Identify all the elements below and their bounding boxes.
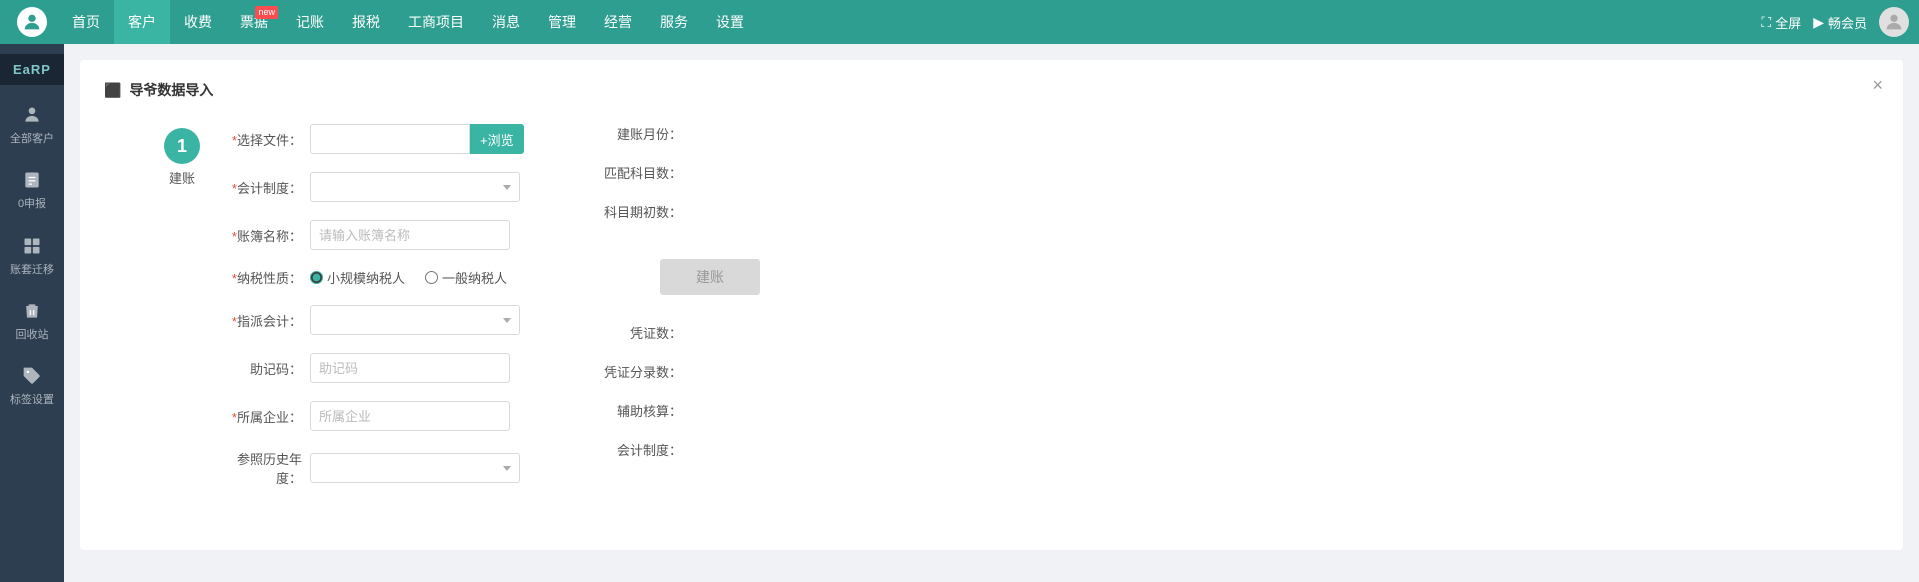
sidebar-item-label: 0申报 [18, 197, 46, 211]
migration-icon [22, 236, 42, 259]
auxiliary-calc-row: 辅助核算： [600, 401, 820, 420]
nav-settings[interactable]: 设置 [702, 0, 758, 44]
accounting-system-select[interactable] [310, 172, 520, 202]
memo-code-row: 助记码： [220, 353, 560, 383]
subject-initial-row: 科目期初数： [600, 202, 820, 221]
sidebar: EaRP 全部客户 0申报 [0, 44, 64, 582]
accounting-system-label: *会计制度： [220, 178, 310, 197]
match-subjects-label: 匹配科目数： [600, 163, 690, 182]
file-row: *选择文件： +浏览 [220, 124, 560, 154]
sidebar-item-label: 全部客户 [10, 132, 54, 146]
tax-nature-radio-group: 小规模纳税人 一般纳税人 [310, 268, 507, 287]
panel-title: ⬛ 导爷数据导入 [104, 80, 1879, 100]
top-navigation: 首页 客户 收费 票据 new 记账 报税 工商项目 消息 管理 经营 服务 设… [0, 0, 1919, 44]
play-icon: ▶ [1813, 14, 1824, 31]
nav-fee[interactable]: 收费 [170, 0, 226, 44]
sidebar-item-account-migration[interactable]: 账套迁移 [0, 226, 64, 287]
ledger-name-input[interactable] [310, 220, 510, 250]
step-indicator: 1 建账 [164, 128, 200, 187]
nav-tax[interactable]: 报税 [338, 0, 394, 44]
accounting-system-row: *会计制度： [220, 172, 560, 202]
file-input[interactable] [310, 124, 470, 154]
affiliated-company-row: *所属企业： [220, 401, 560, 431]
form-left: 1 建账 *选择文件： +浏览 [164, 124, 560, 487]
tax-nature-row: *纳税性质： 小规模纳税人 一般纳税人 [220, 268, 560, 287]
voucher-count-label: 凭证数： [600, 323, 690, 342]
reference-year-select[interactable] [310, 453, 520, 483]
affiliated-company-input[interactable] [310, 401, 510, 431]
sidebar-item-label: 账套迁移 [10, 263, 54, 277]
fullscreen-btn[interactable]: ⛶ 全屏 [1761, 13, 1801, 32]
build-account-button[interactable]: 建账 [660, 259, 760, 295]
auxiliary-calc-label: 辅助核算： [600, 401, 690, 420]
sidebar-item-all-customers[interactable]: 全部客户 [0, 95, 64, 156]
declaration-icon [22, 170, 42, 193]
browse-button[interactable]: +浏览 [470, 124, 524, 154]
file-input-group: +浏览 [310, 124, 524, 154]
nav-business-project[interactable]: 工商项目 [394, 0, 478, 44]
content-area: ⬛ 导爷数据导入 × 1 建账 *选择文件： [64, 44, 1919, 582]
reference-year-row: 参照历史年度： [220, 449, 560, 487]
membership-btn[interactable]: ▶ 畅会员 [1813, 13, 1867, 32]
sidebar-brand: EaRP [0, 54, 64, 85]
form-fields: *选择文件： +浏览 *会计制度： [220, 124, 560, 487]
nav-service[interactable]: 服务 [646, 0, 702, 44]
build-month-row: 建账月份： [600, 124, 820, 143]
sidebar-item-recycle[interactable]: 回收站 [0, 291, 64, 352]
nav-message[interactable]: 消息 [478, 0, 534, 44]
nav-home[interactable]: 首页 [58, 0, 114, 44]
build-month-label: 建账月份： [600, 124, 690, 143]
fullscreen-icon: ⛶ [1761, 14, 1771, 31]
memo-code-label: 助记码： [220, 359, 310, 378]
trash-icon [22, 301, 42, 324]
voucher-count-row: 凭证数： [600, 323, 820, 342]
radio-small-taxpayer[interactable]: 小规模纳税人 [310, 268, 405, 287]
assign-accountant-select[interactable] [310, 305, 520, 335]
ledger-name-row: *账簿名称： [220, 220, 560, 250]
nav-ticket[interactable]: 票据 new [226, 0, 282, 44]
import-icon: ⬛ [104, 82, 121, 99]
tag-icon [22, 366, 42, 389]
sidebar-item-label: 回收站 [16, 328, 49, 342]
match-subjects-row: 匹配科目数： [600, 163, 820, 182]
sidebar-item-tag-settings[interactable]: 标签设置 [0, 356, 64, 417]
step-circle: 1 [164, 128, 200, 164]
memo-code-input[interactable] [310, 353, 510, 383]
new-badge: new [255, 6, 278, 19]
nav-operations[interactable]: 经营 [590, 0, 646, 44]
assign-accountant-row: *指派会计： [220, 305, 560, 335]
form-area: 1 建账 *选择文件： +浏览 [104, 124, 1879, 487]
radio-general-taxpayer[interactable]: 一般纳税人 [425, 268, 507, 287]
step-label: 建账 [169, 168, 195, 187]
file-label: *选择文件： [220, 130, 310, 149]
info-accounting-system-row: 会计制度： [600, 440, 820, 459]
close-button[interactable]: × [1872, 76, 1883, 94]
assign-accountant-label: *指派会计： [220, 311, 310, 330]
logo-icon [17, 7, 47, 37]
nav-bookkeeping[interactable]: 记账 [282, 0, 338, 44]
build-btn-container: 建账 [600, 249, 820, 295]
nav-manage[interactable]: 管理 [534, 0, 590, 44]
nav-customer[interactable]: 客户 [114, 0, 170, 44]
tax-nature-label: *纳税性质： [220, 268, 310, 287]
sidebar-item-label: 标签设置 [10, 393, 54, 407]
info-panel: 建账月份： 匹配科目数： 科目期初数： 建账 [600, 124, 820, 487]
nav-right: ⛶ 全屏 ▶ 畅会员 [1761, 7, 1909, 37]
info-accounting-system-label: 会计制度： [600, 440, 690, 459]
people-icon [22, 105, 42, 128]
voucher-entries-row: 凭证分录数： [600, 362, 820, 381]
voucher-entries-label: 凭证分录数： [600, 362, 690, 381]
reference-year-label: 参照历史年度： [220, 449, 310, 487]
ledger-name-label: *账簿名称： [220, 226, 310, 245]
app-logo [10, 0, 54, 44]
subject-initial-label: 科目期初数： [600, 202, 690, 221]
sidebar-item-declaration[interactable]: 0申报 [0, 160, 64, 221]
panel: ⬛ 导爷数据导入 × 1 建账 *选择文件： [80, 60, 1903, 550]
affiliated-company-label: *所属企业： [220, 407, 310, 426]
main-layout: EaRP 全部客户 0申报 [0, 44, 1919, 582]
user-avatar[interactable] [1879, 7, 1909, 37]
nav-items: 首页 客户 收费 票据 new 记账 报税 工商项目 消息 管理 经营 服务 设… [58, 0, 1761, 44]
